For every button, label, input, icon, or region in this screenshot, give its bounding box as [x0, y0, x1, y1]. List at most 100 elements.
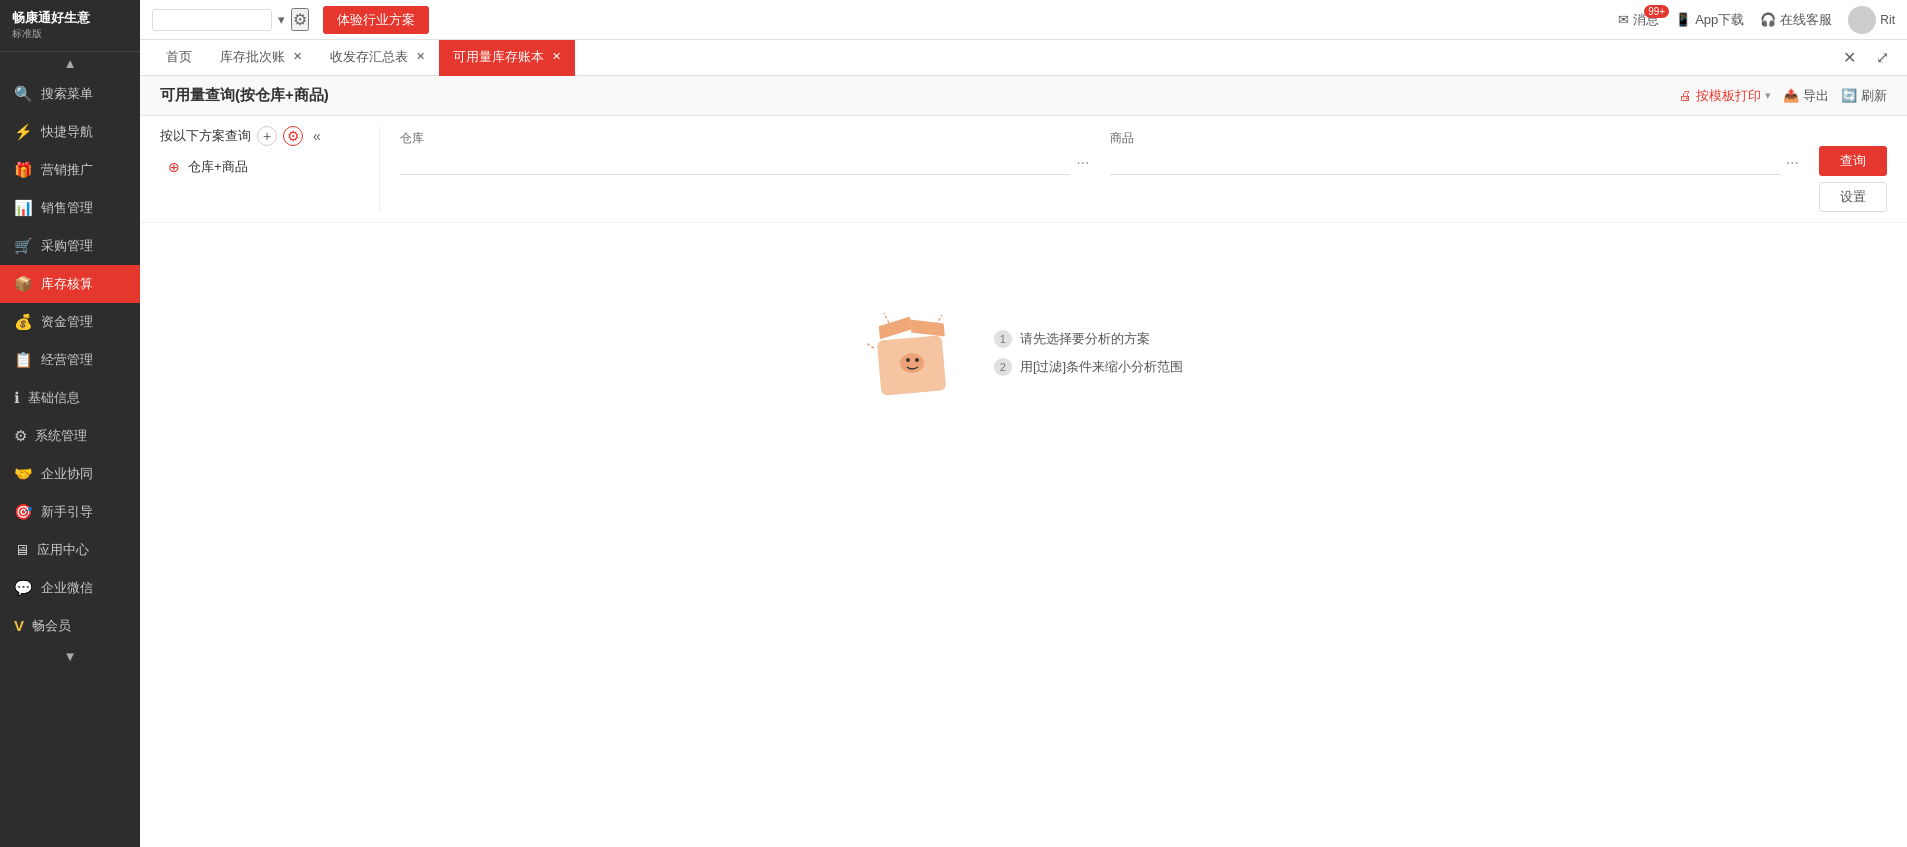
- topbar-app-download[interactable]: 📱 App下载: [1675, 11, 1744, 29]
- sidebar-item-marketing[interactable]: 🎁 营销推广: [0, 151, 140, 189]
- empty-hint-2: 2 用[过滤]条件来缩小分析范围: [994, 358, 1183, 376]
- app-name: 畅康通好生意: [12, 10, 128, 27]
- sidebar-item-label: 资金管理: [41, 313, 93, 331]
- sidebar-logo: 畅康通好生意 标准版: [0, 0, 140, 52]
- sidebar-item-finance[interactable]: 💰 资金管理: [0, 303, 140, 341]
- search-icon: 🔍: [14, 85, 33, 103]
- printer-icon: 🖨: [1679, 88, 1692, 103]
- sidebar-item-label: 企业协同: [41, 465, 93, 483]
- sidebar-item-enterprise[interactable]: 🤝 企业协同: [0, 455, 140, 493]
- target-icon: 🎯: [14, 503, 33, 521]
- export-btn[interactable]: 📤 导出: [1783, 87, 1829, 105]
- warehouse-input[interactable]: [400, 151, 1070, 175]
- sidebar-item-sales[interactable]: 📊 销售管理: [0, 189, 140, 227]
- tab-close-all-btn[interactable]: ✕: [1837, 46, 1862, 69]
- sidebar-item-label: 畅会员: [32, 617, 71, 635]
- sidebar-item-app-center[interactable]: 🖥 应用中心: [0, 531, 140, 569]
- svg-point-3: [900, 353, 924, 373]
- filter-settings-btn[interactable]: 设置: [1819, 182, 1887, 212]
- tab-home[interactable]: 首页: [152, 40, 206, 76]
- svg-point-4: [906, 358, 910, 362]
- hint-text-2: 用[过滤]条件来缩小分析范围: [1020, 358, 1183, 376]
- sidebar-item-basic-info[interactable]: ℹ 基础信息: [0, 379, 140, 417]
- sidebar-item-label: 采购管理: [41, 237, 93, 255]
- filter-scheme-panel: 按以下方案查询 + ⚙ « ⊕ 仓库+商品: [160, 126, 380, 212]
- headset-icon: 🎧: [1760, 12, 1776, 27]
- topbar-message[interactable]: ✉ 消息 99+: [1618, 11, 1659, 29]
- topbar-user[interactable]: Rit: [1848, 6, 1895, 34]
- sidebar: 畅康通好生意 标准版 ▲ 🔍 搜索菜单 ⚡ 快捷导航 🎁 营销推广 📊 销售管理…: [0, 0, 140, 847]
- sidebar-item-label: 搜索菜单: [41, 85, 93, 103]
- chevron-down-icon[interactable]: ▾: [1765, 89, 1771, 102]
- page-header: 可用量查询(按仓库+商品) 🖨 按模板打印 ▾ 📤 导出 🔄 刷新: [140, 76, 1907, 116]
- empty-state: 1 请先选择要分析的方案 2 用[过滤]条件来缩小分析范围: [140, 223, 1907, 483]
- sidebar-item-wecom[interactable]: 💬 企业微信: [0, 569, 140, 607]
- online-service-label: 在线客服: [1780, 11, 1832, 29]
- sidebar-item-newbie[interactable]: 🎯 新手引导: [0, 493, 140, 531]
- empty-state-content: 1 请先选择要分析的方案 2 用[过滤]条件来缩小分析范围: [864, 303, 1183, 403]
- scheme-settings-btn[interactable]: ⚙: [283, 126, 303, 146]
- vip-icon: V: [14, 617, 24, 634]
- query-actions: 查询 设置: [1819, 126, 1887, 212]
- tab-stock-summary-close[interactable]: ✕: [416, 50, 425, 63]
- topbar-search-input[interactable]: [152, 9, 272, 31]
- tab-available-stock[interactable]: 可用量库存账本 ✕: [439, 40, 575, 76]
- sidebar-item-system[interactable]: ⚙ 系统管理: [0, 417, 140, 455]
- sidebar-scroll-up[interactable]: ▲: [0, 52, 140, 75]
- trial-industry-btn[interactable]: 体验行业方案: [323, 6, 429, 34]
- goods-more-btn[interactable]: ···: [1786, 154, 1799, 172]
- username-label: Rit: [1880, 13, 1895, 27]
- tab-home-label: 首页: [166, 48, 192, 66]
- chart-icon: 📊: [14, 199, 33, 217]
- topbar-online-service[interactable]: 🎧 在线客服: [1760, 11, 1832, 29]
- goods-label: 商品: [1110, 130, 1800, 147]
- filter-scheme-header: 按以下方案查询 + ⚙ «: [160, 126, 363, 146]
- topbar-dropdown-btn[interactable]: ▾: [278, 12, 285, 27]
- box-icon: 📦: [14, 275, 33, 293]
- message-badge: 99+: [1644, 5, 1669, 18]
- scheme-icon: ⊕: [168, 159, 180, 175]
- chat-icon: 💬: [14, 579, 33, 597]
- sidebar-item-label: 新手引导: [41, 503, 93, 521]
- sidebar-item-members[interactable]: V 畅会员: [0, 607, 140, 645]
- sidebar-item-label: 销售管理: [41, 199, 93, 217]
- page-header-actions: 🖨 按模板打印 ▾ 📤 导出 🔄 刷新: [1679, 87, 1887, 105]
- warehouse-label: 仓库: [400, 130, 1090, 147]
- export-icon: 📤: [1783, 88, 1799, 103]
- sidebar-item-label: 营销推广: [41, 161, 93, 179]
- tab-expand-btn[interactable]: ⤢: [1870, 46, 1895, 69]
- tab-available-stock-close[interactable]: ✕: [552, 50, 561, 63]
- goods-input[interactable]: [1110, 151, 1780, 175]
- sidebar-item-inventory[interactable]: 📦 库存核算: [0, 265, 140, 303]
- tab-inventory-batch-close[interactable]: ✕: [293, 50, 302, 63]
- desktop-icon: 🖥: [14, 541, 29, 558]
- sidebar-item-purchase[interactable]: 🛒 采购管理: [0, 227, 140, 265]
- refresh-btn[interactable]: 🔄 刷新: [1841, 87, 1887, 105]
- sidebar-scroll-down[interactable]: ▼: [0, 645, 140, 668]
- filter-warehouse-input-row: ···: [400, 151, 1090, 175]
- phone-icon: 📱: [1675, 12, 1691, 27]
- scheme-label: 按以下方案查询: [160, 127, 251, 145]
- collapse-filter-btn[interactable]: «: [313, 128, 321, 144]
- flash-icon: ⚡: [14, 123, 33, 141]
- scheme-item-warehouse-goods[interactable]: ⊕ 仓库+商品: [160, 154, 363, 180]
- tab-inventory-batch[interactable]: 库存批次账 ✕: [206, 40, 316, 76]
- tab-stock-summary[interactable]: 收发存汇总表 ✕: [316, 40, 439, 76]
- add-scheme-btn[interactable]: +: [257, 126, 277, 146]
- sidebar-item-operations[interactable]: 📋 经营管理: [0, 341, 140, 379]
- sidebar-item-search[interactable]: 🔍 搜索菜单: [0, 75, 140, 113]
- sidebar-item-label: 基础信息: [28, 389, 80, 407]
- empty-illustration: [864, 303, 964, 403]
- query-btn[interactable]: 查询: [1819, 146, 1887, 176]
- template-print-btn[interactable]: 🖨 按模板打印 ▾: [1679, 87, 1771, 105]
- tab-inventory-batch-label: 库存批次账: [220, 48, 285, 66]
- warehouse-more-btn[interactable]: ···: [1076, 154, 1089, 172]
- sidebar-item-label: 快捷导航: [41, 123, 93, 141]
- gear-icon: ⚙: [14, 427, 27, 445]
- svg-line-6: [884, 313, 889, 323]
- sidebar-item-label: 企业微信: [41, 579, 93, 597]
- app-version: 标准版: [12, 27, 128, 41]
- page-title: 可用量查询(按仓库+商品): [160, 86, 329, 105]
- topbar-gear-btn[interactable]: ⚙: [291, 8, 309, 31]
- sidebar-item-quick-nav[interactable]: ⚡ 快捷导航: [0, 113, 140, 151]
